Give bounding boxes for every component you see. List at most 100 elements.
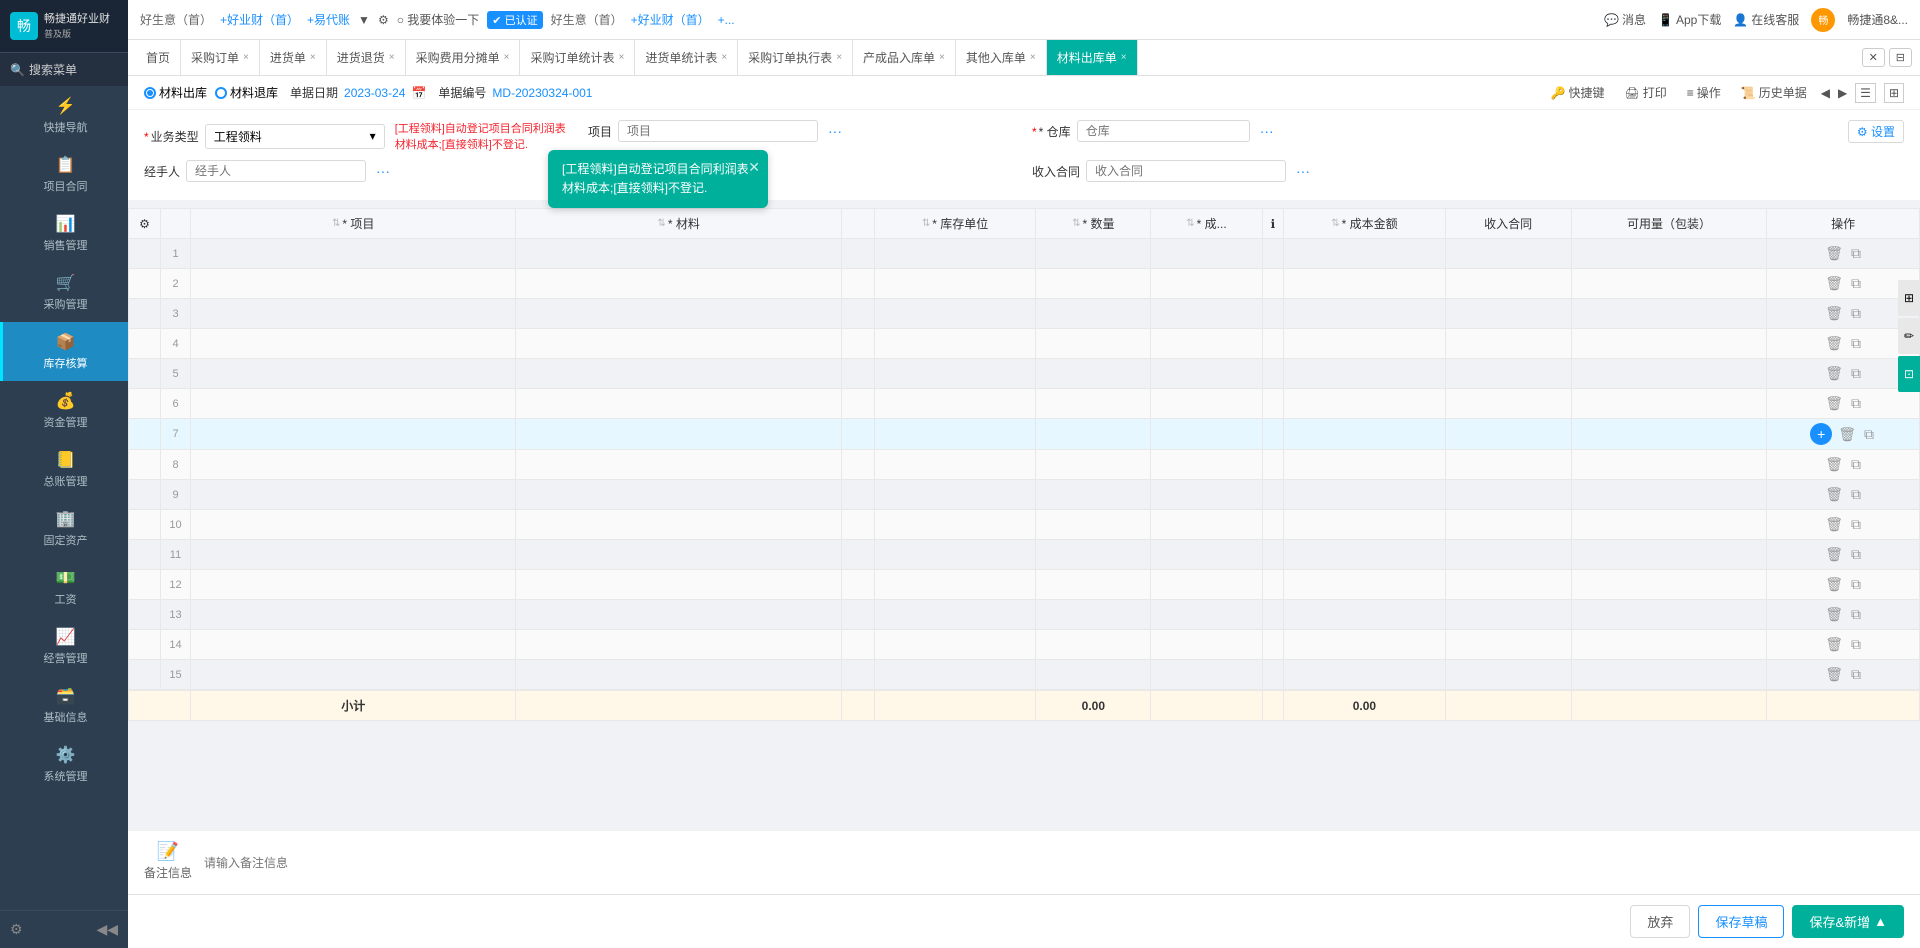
topbar-experience[interactable]: ○ 我要体验一下 (397, 11, 480, 28)
topbar-link3[interactable]: +易代账 (307, 11, 350, 28)
shortcut-btn[interactable]: 🔑 快捷键 (1544, 82, 1610, 103)
sidebar-item-payroll[interactable]: 💵 工资 (0, 558, 128, 617)
sidebar-item-accounting[interactable]: 📒 总账管理 (0, 440, 128, 499)
tab-close[interactable]: × (836, 52, 842, 63)
sidebar-item-basic[interactable]: 🗃️ 基础信息 (0, 676, 128, 735)
tab-purchase-exec[interactable]: 采购订单执行表× (738, 40, 853, 76)
topbar-more[interactable]: ▼ (358, 13, 370, 27)
warehouse-input[interactable] (1077, 120, 1250, 142)
copy-row-btn[interactable]: ⧉ (1849, 273, 1863, 294)
delete-row-btn[interactable]: 🗑 (1823, 333, 1845, 354)
delete-row-btn[interactable]: 🗑 (1823, 484, 1845, 505)
cell-material-7[interactable] (516, 419, 841, 450)
tab-close[interactable]: × (618, 52, 624, 63)
th-sort-icon2[interactable]: ⇅ (657, 218, 665, 229)
tab-close[interactable]: × (310, 52, 316, 63)
remark-input[interactable] (204, 856, 604, 870)
copy-row-btn[interactable]: ⧉ (1849, 363, 1863, 384)
topbar-service[interactable]: 👤 在线客服 (1733, 11, 1799, 28)
sidebar-item-purchase[interactable]: 🛒 采购管理 (0, 263, 128, 322)
delete-row-btn[interactable]: 🗑 (1823, 544, 1845, 565)
tab-purchase-fee[interactable]: 采购费用分摊单× (406, 40, 521, 76)
topbar-link6[interactable]: +... (718, 13, 735, 27)
next-btn[interactable]: ▶ (1838, 86, 1847, 100)
sidebar-item-quick-nav[interactable]: ⚡ 快捷导航 (0, 86, 128, 145)
settings-btn[interactable]: ⚙ 设置 (1848, 120, 1904, 143)
th-sort-icon4[interactable]: ⇅ (1072, 218, 1080, 229)
th-settings[interactable]: ⚙ (129, 209, 161, 239)
topbar-link5[interactable]: +好业财（首） (631, 11, 710, 28)
right-float-btn1[interactable]: ⊞ (1898, 280, 1920, 316)
delete-row-btn[interactable]: 🗑 (1823, 514, 1845, 535)
tab-close[interactable]: × (939, 52, 945, 63)
radio-material-return[interactable]: 材料退库 (215, 84, 278, 101)
delete-row-btn[interactable]: 🗑 (1823, 363, 1845, 384)
tab-material-out[interactable]: 材料出库单× (1047, 40, 1138, 76)
topbar-link2[interactable]: +好业财（首） (220, 11, 299, 28)
copy-row-btn[interactable]: ⧉ (1849, 574, 1863, 595)
copy-row-btn[interactable]: ⧉ (1849, 243, 1863, 264)
tab-purchase-stats[interactable]: 采购订单统计表× (520, 40, 635, 76)
copy-row-btn[interactable]: ⧉ (1849, 664, 1863, 685)
project-dots[interactable]: ··· (828, 123, 842, 139)
calendar-icon[interactable]: 📅 (411, 86, 426, 100)
tab-close[interactable]: × (1030, 52, 1036, 63)
tab-incoming-stats[interactable]: 进货单统计表× (635, 40, 738, 76)
tab-layout[interactable]: ⊟ (1889, 48, 1912, 67)
discard-button[interactable]: 放弃 (1630, 905, 1690, 938)
biz-type-select[interactable]: 工程领料 ▾ (205, 124, 385, 149)
col-settings-icon[interactable]: ⚙ (139, 217, 150, 231)
delete-row-btn[interactable]: 🗑 (1823, 273, 1845, 294)
copy-row-btn[interactable]: ⧉ (1849, 604, 1863, 625)
tab-close[interactable]: × (721, 52, 727, 63)
delete-row-btn[interactable]: 🗑 (1823, 634, 1845, 655)
tab-product-storage[interactable]: 产成品入库单× (853, 40, 956, 76)
save-draft-button[interactable]: 保存草稿 (1698, 905, 1784, 938)
sidebar-item-system[interactable]: ⚙️ 系统管理 (0, 735, 128, 794)
cell-project-7[interactable] (191, 419, 516, 450)
topbar-app[interactable]: 📱 App下载 (1658, 11, 1721, 28)
settings-icon[interactable]: ⚙ (10, 921, 23, 938)
copy-row-btn[interactable]: ⧉ (1862, 424, 1876, 445)
prev-btn[interactable]: ◀ (1821, 86, 1830, 100)
view-list-btn[interactable]: ☰ (1855, 83, 1876, 103)
copy-row-btn[interactable]: ⧉ (1849, 393, 1863, 414)
sidebar-item-project[interactable]: 📋 项目合同 (0, 145, 128, 204)
tab-close[interactable]: × (243, 52, 249, 63)
project-input[interactable] (618, 120, 818, 142)
copy-row-btn[interactable]: ⧉ (1849, 514, 1863, 535)
tab-close[interactable]: × (1121, 52, 1127, 63)
handler-dots[interactable]: ··· (376, 163, 390, 179)
th-sort-icon6[interactable]: ⇅ (1331, 218, 1339, 229)
th-sort-icon3[interactable]: ⇅ (922, 218, 930, 229)
tab-incoming-return[interactable]: 进货退货× (327, 40, 406, 76)
sidebar-item-inventory[interactable]: 📦 库存核算 (0, 322, 128, 381)
ops-btn[interactable]: ≡ 操作 (1681, 82, 1727, 103)
sidebar-item-sales[interactable]: 📊 销售管理 (0, 204, 128, 263)
sidebar-search[interactable]: 🔍 搜索菜单 (0, 53, 128, 86)
handler-input[interactable] (186, 160, 366, 182)
copy-row-btn[interactable]: ⧉ (1849, 634, 1863, 655)
tab-close-all[interactable]: ✕ (1862, 48, 1885, 67)
tooltip-close-btn[interactable]: ✕ (748, 156, 760, 178)
topbar-settings-icon[interactable]: ⚙ (378, 13, 389, 27)
delete-row-btn[interactable]: 🗑 (1823, 393, 1845, 414)
add-row-btn[interactable]: + (1810, 423, 1832, 445)
view-grid-btn[interactable]: ⊞ (1884, 83, 1904, 103)
copy-row-btn[interactable]: ⧉ (1849, 484, 1863, 505)
right-float-btn2[interactable]: ✏ (1898, 318, 1920, 354)
collapse-icon[interactable]: ◀◀ (96, 921, 118, 938)
copy-row-btn[interactable]: ⧉ (1849, 333, 1863, 354)
copy-row-btn[interactable]: ⧉ (1849, 454, 1863, 475)
sidebar-item-assets[interactable]: 🏢 固定资产 (0, 499, 128, 558)
topbar-msg[interactable]: 💬 消息 (1604, 11, 1646, 28)
tab-home[interactable]: 首页 (136, 40, 181, 76)
print-btn[interactable]: 🖨 打印 (1618, 82, 1672, 103)
th-sort-icon[interactable]: ⇅ (332, 218, 340, 229)
topbar-link1[interactable]: 好生意（首） (140, 11, 212, 28)
warehouse-dots[interactable]: ··· (1260, 123, 1274, 139)
th-sort-icon5[interactable]: ⇅ (1186, 218, 1194, 229)
history-btn[interactable]: 📜 历史单据 (1735, 82, 1813, 103)
delete-row-btn[interactable]: 🗑 (1836, 424, 1858, 445)
delete-row-btn[interactable]: 🗑 (1823, 303, 1845, 324)
